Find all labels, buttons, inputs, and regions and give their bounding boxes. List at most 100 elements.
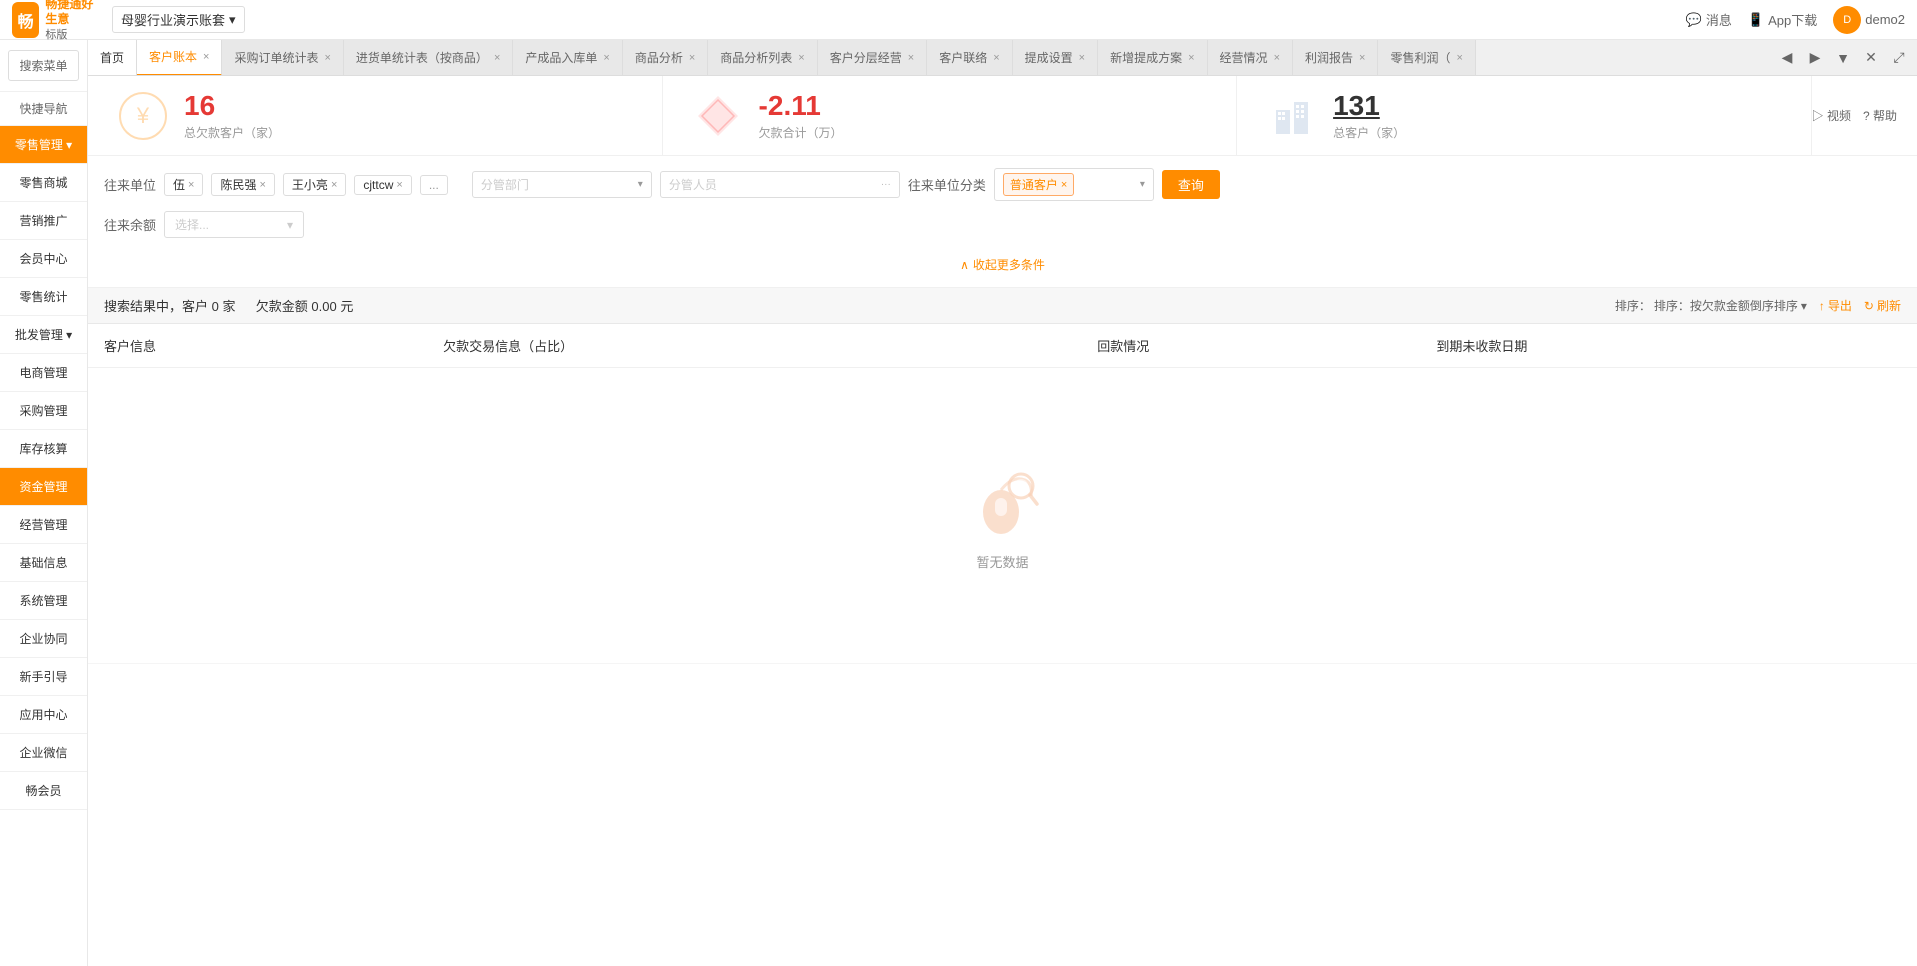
- tab-goods-analysis-list[interactable]: 商品分析列表 ×: [708, 40, 817, 76]
- close-tag-wu[interactable]: ×: [188, 179, 194, 191]
- doc-help-link[interactable]: ? 帮助: [1863, 107, 1897, 124]
- credit-customers-value: 16: [184, 90, 280, 122]
- search-button[interactable]: 查询: [1162, 170, 1220, 199]
- filter-tag-chen[interactable]: 陈民强 ×: [211, 173, 274, 196]
- tab-tip-settings[interactable]: 提成设置 ×: [1013, 40, 1098, 76]
- sidebar-item-app-center[interactable]: 应用中心: [0, 696, 87, 734]
- tab-purchase-order-stats[interactable]: 采购订单统计表 ×: [222, 40, 343, 76]
- sidebar-item-marketing[interactable]: 营销推广: [0, 202, 87, 240]
- tab-goods-analysis[interactable]: 商品分析 ×: [623, 40, 708, 76]
- stat-total-customers: 131 总客户（家）: [1237, 76, 1812, 155]
- tab-close-contact[interactable]: ×: [993, 52, 999, 64]
- filter-tag-wu[interactable]: 伍 ×: [164, 173, 203, 196]
- sidebar-item-retail-mall[interactable]: 零售商城: [0, 164, 87, 202]
- tab-close-tip[interactable]: ×: [1079, 52, 1085, 64]
- filter-tag-cjttcw[interactable]: cjttcw ×: [354, 175, 411, 195]
- filter-area: 往来单位 伍 × 陈民强 × 王小亮 ×: [88, 156, 1917, 288]
- filter-row-1: 往来单位 伍 × 陈民强 × 王小亮 ×: [104, 168, 1901, 201]
- collapse-filters-btn[interactable]: ∧ 收起更多条件: [960, 250, 1045, 279]
- sidebar-item-inventory[interactable]: 库存核算: [0, 430, 87, 468]
- tab-close-inventory[interactable]: ×: [494, 52, 500, 64]
- sidebar-item-member-center[interactable]: 会员中心: [0, 240, 87, 278]
- tab-close-goods-list[interactable]: ×: [798, 52, 804, 64]
- balance-select[interactable]: 选择... ▾: [164, 211, 304, 238]
- tab-cost-in[interactable]: 产成品入库单 ×: [513, 40, 622, 76]
- sidebar-item-member[interactable]: 畅会员: [0, 772, 87, 810]
- close-all-tabs-btn[interactable]: ✕: [1857, 44, 1885, 72]
- refresh-icon: ↻: [1864, 299, 1874, 313]
- empty-state: 暂无数据: [104, 380, 1901, 651]
- tab-close-ops[interactable]: ×: [1274, 52, 1280, 64]
- credit-amount-value: -2.11: [759, 90, 843, 122]
- tab-close-cost-in[interactable]: ×: [603, 52, 609, 64]
- sidebar-item-ecom[interactable]: 电商管理: [0, 354, 87, 392]
- sort-btn[interactable]: 排序： 排序：按欠款金额倒序排序 ▾: [1615, 297, 1807, 314]
- tab-inventory-stats[interactable]: 进货单统计表（按商品） ×: [344, 40, 513, 76]
- app-container: 畅 畅捷通好生意 标版 母婴行业演示账套 ▾ 💬 消息 📱 App下载 D: [0, 0, 1917, 966]
- unit-type-tag[interactable]: 普通客户 ×: [1003, 173, 1074, 196]
- message-icon: 💬: [1686, 12, 1702, 28]
- avatar: D: [1833, 6, 1861, 34]
- collapse-icon: ∧: [960, 258, 969, 272]
- unit-type-arrow-icon: ▾: [1140, 179, 1145, 190]
- close-tag-chen[interactable]: ×: [259, 179, 265, 191]
- sidebar-item-retail-mgmt[interactable]: 零售管理 ▾: [0, 126, 87, 164]
- expand-btn[interactable]: ⤢: [1885, 44, 1913, 72]
- account-selector[interactable]: 母婴行业演示账套 ▾: [112, 6, 245, 33]
- close-tag-cjttcw[interactable]: ×: [396, 179, 402, 191]
- tab-close-profit[interactable]: ×: [1359, 52, 1365, 64]
- close-unit-type-tag[interactable]: ×: [1061, 179, 1067, 191]
- tab-customer-contact[interactable]: 客户联络 ×: [927, 40, 1012, 76]
- quick-nav-btn[interactable]: 快捷导航: [0, 92, 87, 126]
- sidebar-item-enterprise-coop[interactable]: 企业协同: [0, 620, 87, 658]
- message-btn[interactable]: 💬 消息: [1686, 10, 1732, 29]
- tab-close-tier[interactable]: ×: [908, 52, 914, 64]
- tab-close-retail-profit[interactable]: ×: [1456, 52, 1462, 64]
- unit-label: 往来单位: [104, 175, 156, 194]
- search-menu-btn[interactable]: 搜索菜单: [8, 50, 79, 81]
- tab-retail-profit[interactable]: 零售利润（ ×: [1378, 40, 1475, 76]
- filter-tag-more[interactable]: ...: [420, 175, 448, 195]
- sidebar-item-capital[interactable]: 资金管理: [0, 468, 87, 506]
- logo-area: 畅 畅捷通好生意 标版: [12, 0, 100, 42]
- tab-close-account-book[interactable]: ×: [203, 51, 209, 63]
- top-bar-right: 💬 消息 📱 App下载 D demo2: [1686, 6, 1905, 34]
- sidebar-item-sys[interactable]: 系统管理: [0, 582, 87, 620]
- staff-placeholder: 分管人员: [669, 176, 881, 193]
- tab-menu-btn[interactable]: ▼: [1829, 44, 1857, 72]
- staff-select[interactable]: 分管人员 ···: [660, 171, 900, 198]
- tab-customer-tier[interactable]: 客户分层经营 ×: [818, 40, 927, 76]
- sidebar-item-basic[interactable]: 基础信息: [0, 544, 87, 582]
- tab-profit-report[interactable]: 利润报告 ×: [1293, 40, 1378, 76]
- sidebar-item-wholesale[interactable]: 批发管理 ▾: [0, 316, 87, 354]
- filter-tag-wang[interactable]: 王小亮 ×: [283, 173, 346, 196]
- app-download-btn[interactable]: 📱 App下载: [1748, 10, 1817, 29]
- tab-account-book[interactable]: 客户账本 ×: [137, 40, 222, 76]
- tab-prev-btn[interactable]: ◀: [1773, 44, 1801, 72]
- sidebar-item-purchase[interactable]: 采购管理: [0, 392, 87, 430]
- unit-type-select[interactable]: 普通客户 × ▾: [994, 168, 1154, 201]
- tab-close-purchase[interactable]: ×: [324, 52, 330, 64]
- user-menu[interactable]: D demo2: [1833, 6, 1905, 34]
- tab-close-tip-plan[interactable]: ×: [1188, 52, 1194, 64]
- tab-ops-situation[interactable]: 经营情况 ×: [1208, 40, 1293, 76]
- tab-close-goods[interactable]: ×: [689, 52, 695, 64]
- credit-customers-label: 总欠款客户（家）: [184, 124, 280, 141]
- video-help-link[interactable]: ▷ 视频: [1812, 107, 1851, 124]
- tab-bar-actions: ◀ ▶ ▼ ✕ ⤢: [1773, 44, 1917, 72]
- tab-add-tip-plan[interactable]: 新增提成方案 ×: [1098, 40, 1207, 76]
- tab-next-btn[interactable]: ▶: [1801, 44, 1829, 72]
- stat-credit-amount: -2.11 欠款合计（万）: [663, 76, 1238, 155]
- close-tag-wang[interactable]: ×: [331, 179, 337, 191]
- export-btn[interactable]: ↑ 导出: [1819, 297, 1852, 314]
- refresh-btn[interactable]: ↻ 刷新: [1864, 297, 1901, 314]
- tab-home[interactable]: 首页: [88, 40, 137, 76]
- main-layout: 搜索菜单 快捷导航 零售管理 ▾ 零售商城 营销推广 会员中心 零售统计 批发管…: [0, 40, 1917, 966]
- stats-row: ¥ 16 总欠款客户（家）: [88, 76, 1917, 156]
- sidebar-item-retail-stats[interactable]: 零售统计: [0, 278, 87, 316]
- dept-select[interactable]: 分管部门 ▾: [472, 171, 652, 198]
- sidebar-item-new-guide[interactable]: 新手引导: [0, 658, 87, 696]
- balance-label: 往来余额: [104, 215, 156, 234]
- sidebar-item-ops[interactable]: 经营管理: [0, 506, 87, 544]
- sidebar-item-enterprise-wechat[interactable]: 企业微信: [0, 734, 87, 772]
